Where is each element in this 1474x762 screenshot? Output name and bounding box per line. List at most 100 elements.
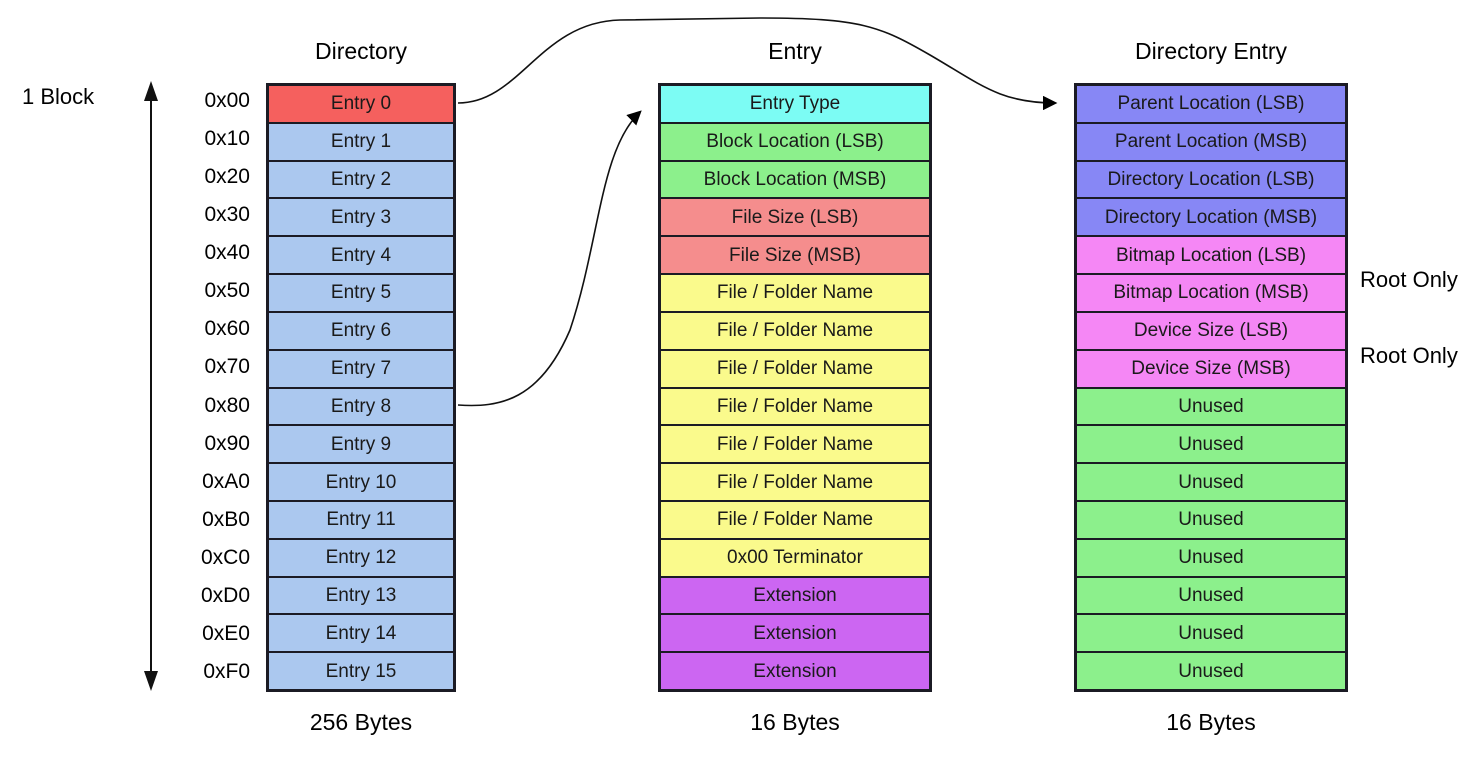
field-cell-label: Entry 12 [325, 547, 397, 569]
field-cell-label: Entry 1 [330, 131, 392, 153]
field-cell: Entry 12 [269, 538, 453, 577]
address-label: 0x40 [204, 241, 250, 265]
field-cell-label: Unused [1178, 584, 1244, 606]
field-cell: Directory Location (MSB) [1077, 198, 1345, 237]
field-cell-label: Extension [753, 584, 837, 606]
field-cell: Block Location (MSB) [661, 160, 929, 199]
field-cell: Bitmap Location (MSB) [1077, 274, 1345, 312]
field-cell-label: File Size (MSB) [729, 244, 861, 266]
field-cell-label: File / Folder Name [716, 320, 874, 342]
field-cell-label: Unused [1178, 395, 1244, 417]
column-footer-entry: 16 Bytes [750, 709, 840, 735]
field-cell-label: Block Location (LSB) [706, 131, 884, 153]
field-cell: Entry 11 [269, 500, 453, 539]
field-cell: Entry 9 [269, 425, 453, 464]
field-cell: File Size (LSB) [661, 198, 929, 237]
address-label: 0x60 [204, 317, 250, 341]
address-label: 0x20 [204, 165, 250, 189]
field-cell-label: File / Folder Name [716, 358, 874, 380]
column-footer-directory: 256 Bytes [309, 709, 413, 735]
address-label: 0xE0 [202, 621, 250, 645]
field-cell-label: Unused [1178, 433, 1244, 455]
field-cell-label: Unused [1178, 660, 1244, 682]
field-cell-label: Directory Location (LSB) [1107, 169, 1315, 191]
field-cell-label: File / Folder Name [716, 433, 874, 455]
field-cell: Entry 6 [269, 311, 453, 350]
field-cell-label: Entry 3 [330, 206, 392, 228]
field-cell-label: Entry 0 [330, 93, 392, 115]
field-cell: Device Size (MSB) [1077, 349, 1345, 388]
field-cell: Entry 3 [269, 198, 453, 237]
field-cell-label: Entry 15 [325, 660, 397, 682]
field-cell-label: Device Size (LSB) [1133, 320, 1289, 342]
field-cell: Entry 8 [269, 387, 453, 426]
address-label: 0x00 [204, 89, 250, 113]
field-cell-label: Extension [753, 622, 837, 644]
field-cell: Entry 1 [269, 122, 453, 161]
field-cell: 0x00 Terminator [661, 538, 929, 577]
field-cell: File / Folder Name [661, 500, 929, 539]
address-label: 0x80 [204, 393, 250, 417]
field-cell-label: File Size (LSB) [731, 206, 859, 228]
field-cell-label: 0x00 Terminator [727, 547, 863, 569]
field-cell: File / Folder Name [661, 349, 929, 388]
field-cell: Unused [1077, 387, 1345, 426]
root-only-note: Root Only [1360, 343, 1458, 368]
field-cell-label: Parent Location (LSB) [1117, 93, 1305, 115]
field-cell-label: File / Folder Name [716, 471, 874, 493]
field-cell: Unused [1077, 576, 1345, 615]
field-cell: Entry 15 [269, 652, 453, 689]
field-cell: Unused [1077, 538, 1345, 577]
field-cell-label: Entry 11 [326, 509, 396, 531]
field-cell-label: Parent Location (MSB) [1114, 131, 1308, 153]
field-cell: Unused [1077, 614, 1345, 653]
field-cell: Unused [1077, 500, 1345, 539]
address-label: 0xA0 [202, 469, 250, 493]
block-size-label: 1 Block [22, 84, 95, 109]
field-cell-label: Device Size (MSB) [1131, 358, 1291, 380]
field-cell-label: Extension [753, 660, 837, 682]
field-cell-label: File / Folder Name [716, 282, 874, 304]
field-cell: File / Folder Name [661, 463, 929, 501]
address-label: 0x10 [204, 127, 250, 151]
field-cell: Entry 7 [269, 349, 453, 388]
field-cell: Parent Location (LSB) [1077, 86, 1345, 123]
field-cell-label: Unused [1178, 622, 1244, 644]
field-cell-label: Block Location (MSB) [703, 169, 887, 191]
directory-stack: Entry 0 Entry 1 Entry 2 Entry 3 Entry 4 Entry… [266, 83, 456, 692]
field-cell: Entry 0 [269, 86, 453, 123]
field-cell: Extension [661, 652, 929, 689]
field-cell: Device Size (LSB) [1077, 311, 1345, 350]
field-cell: Unused [1077, 463, 1345, 501]
field-cell: File / Folder Name [661, 425, 929, 464]
address-label: 0x90 [204, 431, 250, 455]
field-cell: Extension [661, 576, 929, 615]
field-cell-label: Entry Type [749, 93, 841, 115]
address-label: 0x50 [204, 279, 250, 303]
field-cell: Entry 4 [269, 236, 453, 275]
diagram-canvas: 1 Block Directory Entry 0 Entry 1 Entry 2E… [0, 0, 1474, 762]
field-cell: Entry 13 [269, 576, 453, 615]
field-cell-label: Bitmap Location (MSB) [1113, 282, 1309, 304]
address-label: 0xC0 [200, 545, 250, 569]
field-cell-label: Entry 4 [330, 244, 392, 266]
field-cell: File Size (MSB) [661, 236, 929, 275]
field-cell-label: File / Folder Name [716, 395, 874, 417]
field-cell: Entry 5 [269, 274, 453, 312]
address-label: 0xD0 [200, 583, 250, 607]
field-cell: File / Folder Name [661, 274, 929, 312]
field-cell: Bitmap Location (LSB) [1077, 236, 1345, 275]
address-label: 0x30 [204, 203, 250, 227]
field-cell: File / Folder Name [661, 311, 929, 350]
field-cell: Entry 2 [269, 160, 453, 199]
column-title-entry: Entry [768, 38, 822, 64]
field-cell: Parent Location (MSB) [1077, 122, 1345, 161]
field-cell: File / Folder Name [661, 387, 929, 426]
field-cell-label: Directory Location (MSB) [1104, 206, 1318, 228]
field-cell-label: Entry 8 [330, 395, 392, 417]
address-label: 0xF0 [203, 659, 250, 683]
field-cell: Entry 10 [269, 463, 453, 501]
field-cell: Block Location (LSB) [661, 122, 929, 161]
field-cell: Entry 14 [269, 614, 453, 653]
address-label: 0x70 [204, 355, 250, 379]
